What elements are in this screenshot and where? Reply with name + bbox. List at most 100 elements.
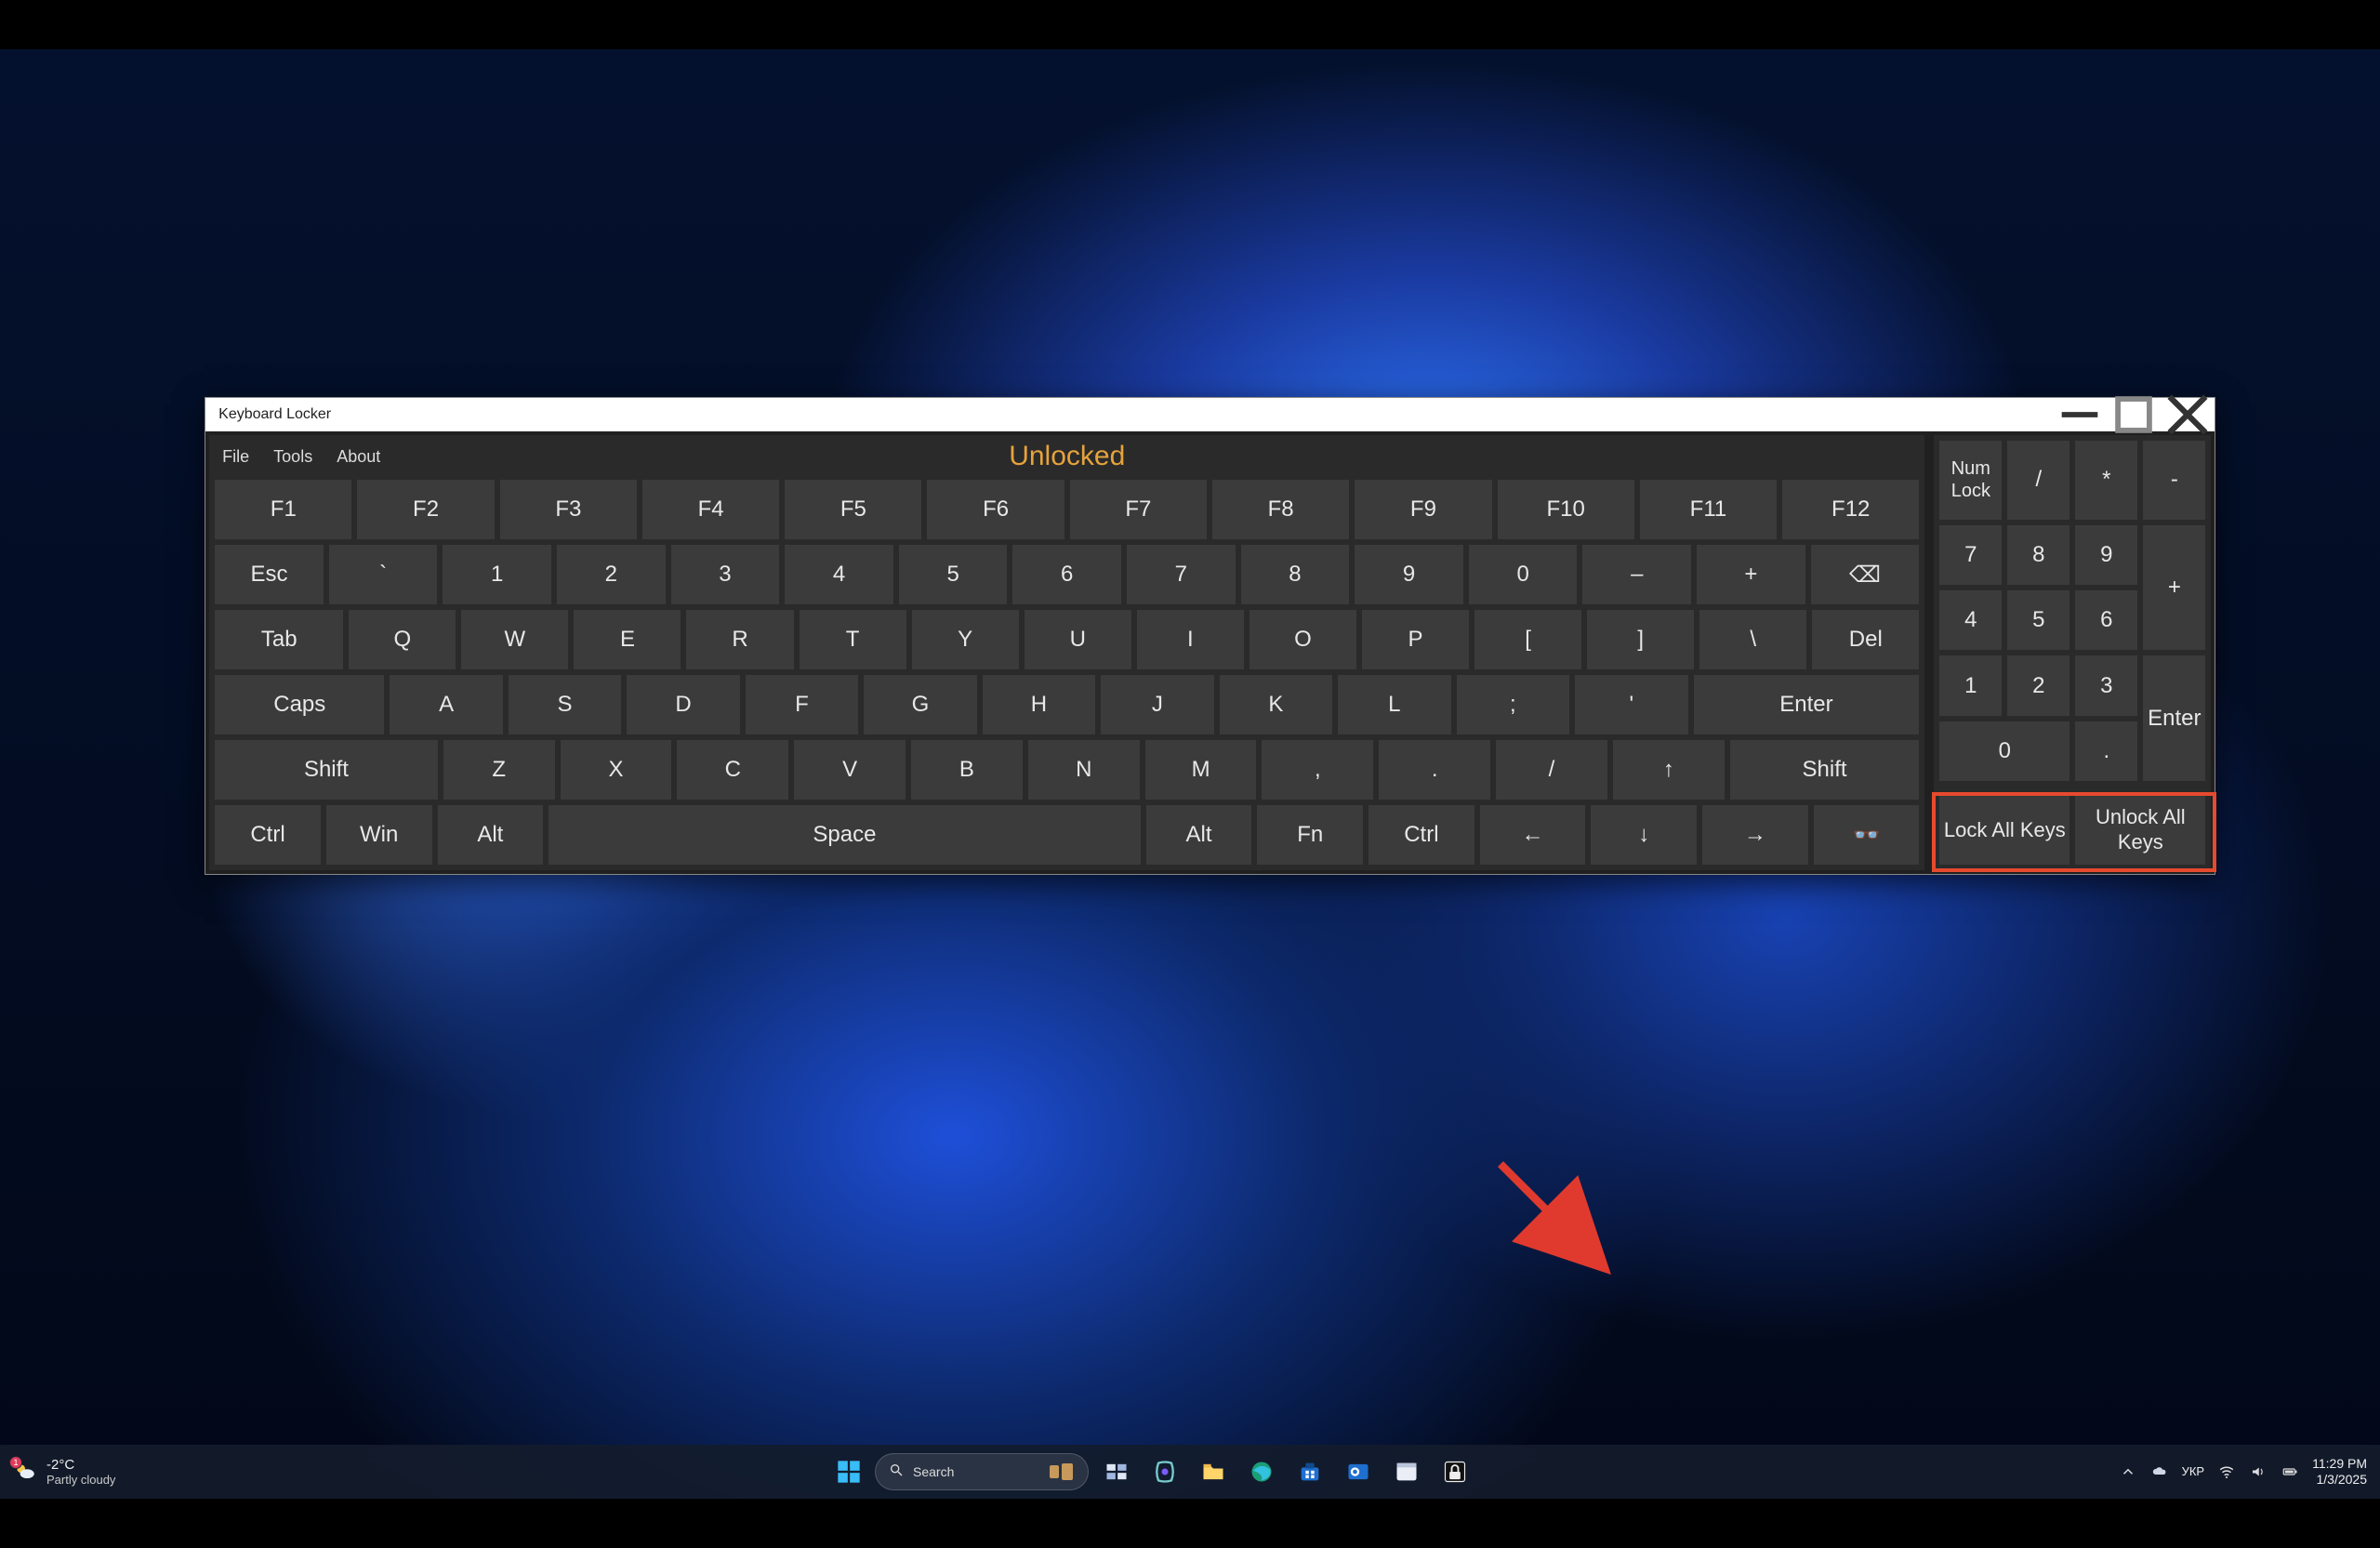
key-f5[interactable]: F5 [785,480,921,539]
key-win[interactable]: Win [326,805,432,865]
numpad-0[interactable]: 0 [1939,721,2069,781]
outlook-button[interactable] [1338,1451,1379,1492]
key-8[interactable]: 8 [1241,545,1350,604]
key-tab[interactable]: Tab [215,610,343,669]
key-3[interactable]: 3 [671,545,780,604]
numpad-1[interactable]: 1 [1939,655,2002,715]
key-6[interactable]: 6 [1012,545,1121,604]
key-enter[interactable]: Enter [1694,675,1920,734]
key-l[interactable]: L [1338,675,1450,734]
key-1[interactable]: 1 [443,545,551,604]
key-y[interactable]: Y [912,610,1019,669]
tray-chevron-up-icon[interactable] [2119,1462,2137,1481]
key-p[interactable]: P [1362,610,1469,669]
numpad-enter[interactable]: Enter [2143,655,2205,781]
key-quote[interactable]: ' [1575,675,1687,734]
key-del[interactable]: Del [1812,610,1919,669]
key-e[interactable]: E [574,610,681,669]
key-arrow-right[interactable]: → [1702,805,1808,865]
taskbar-weather[interactable]: 1 -2°C Partly cloudy [0,1457,205,1487]
numpad-4[interactable]: 4 [1939,590,2002,650]
numpad-subtract[interactable]: - [2143,441,2205,519]
numpad-dot[interactable]: . [2075,721,2137,781]
key-9[interactable]: 9 [1355,545,1463,604]
key-arrow-down[interactable]: ↓ [1591,805,1697,865]
tray-wifi-icon[interactable] [2217,1462,2236,1481]
numpad-9[interactable]: 9 [2075,525,2137,585]
key-i[interactable]: I [1137,610,1244,669]
minimize-button[interactable] [2053,398,2107,431]
menu-file[interactable]: File [222,447,249,467]
key-space[interactable]: Space [549,805,1141,865]
key-arrow-up[interactable]: ↑ [1613,740,1725,800]
key-h[interactable]: H [983,675,1095,734]
tray-onedrive-icon[interactable] [2150,1462,2169,1481]
key-fn[interactable]: Fn [1257,805,1363,865]
key-f10[interactable]: F10 [1498,480,1634,539]
key-f11[interactable]: F11 [1640,480,1777,539]
numpad-5[interactable]: 5 [2007,590,2069,650]
key-alt-left[interactable]: Alt [438,805,544,865]
key-f[interactable]: F [746,675,858,734]
key-7[interactable]: 7 [1127,545,1236,604]
numpad-numlock[interactable]: Num Lock [1939,441,2002,519]
file-explorer-button[interactable] [1193,1451,1234,1492]
taskbar-clock[interactable]: 11:29 PM 1/3/2025 [2312,1456,2367,1488]
key-f12[interactable]: F12 [1782,480,1919,539]
desktop[interactable]: CLICKTHIS.BLOG Keyboard Locker [0,49,2380,1498]
tray-battery-icon[interactable] [2281,1462,2299,1481]
key-f8[interactable]: F8 [1212,480,1349,539]
key-k[interactable]: K [1220,675,1332,734]
numpad-add[interactable]: + [2143,525,2205,651]
key-n[interactable]: N [1028,740,1140,800]
key-f9[interactable]: F9 [1355,480,1491,539]
maximize-button[interactable] [2107,398,2161,431]
key-comma[interactable]: , [1262,740,1373,800]
numpad-6[interactable]: 6 [2075,590,2137,650]
key-ctrl-right[interactable]: Ctrl [1368,805,1474,865]
menu-about[interactable]: About [337,447,380,467]
key-4[interactable]: 4 [785,545,893,604]
numpad-3[interactable]: 3 [2075,655,2137,715]
lock-all-keys-button[interactable]: Lock All Keys [1939,794,2069,865]
key-semicolon[interactable]: ; [1457,675,1569,734]
key-f7[interactable]: F7 [1070,480,1207,539]
key-esc[interactable]: Esc [215,545,324,604]
key-t[interactable]: T [800,610,906,669]
key-alt-right[interactable]: Alt [1146,805,1252,865]
key-grave[interactable]: ` [329,545,438,604]
key-shift-left[interactable]: Shift [215,740,438,800]
key-arrow-left[interactable]: ← [1480,805,1586,865]
key-period[interactable]: . [1379,740,1490,800]
start-button[interactable] [830,1453,867,1490]
key-0[interactable]: 0 [1469,545,1578,604]
copilot-button[interactable] [1144,1451,1185,1492]
numpad-7[interactable]: 7 [1939,525,2002,585]
key-j[interactable]: J [1101,675,1213,734]
key-view-icon[interactable]: 👓 [1814,805,1920,865]
key-ctrl-left[interactable]: Ctrl [215,805,321,865]
key-backslash[interactable]: \ [1699,610,1806,669]
key-a[interactable]: A [390,675,502,734]
key-m[interactable]: M [1145,740,1257,800]
window-titlebar[interactable]: Keyboard Locker [205,398,2215,431]
tray-language[interactable]: УКР [2182,1464,2205,1478]
key-z[interactable]: Z [443,740,555,800]
numpad-divide[interactable]: / [2007,441,2069,519]
key-caps[interactable]: Caps [215,675,384,734]
key-b[interactable]: B [911,740,1023,800]
key-d[interactable]: D [627,675,739,734]
key-f3[interactable]: F3 [500,480,637,539]
key-q[interactable]: Q [349,610,456,669]
key-r[interactable]: R [686,610,793,669]
key-f2[interactable]: F2 [357,480,494,539]
key-2[interactable]: 2 [557,545,666,604]
key-minus[interactable]: – [1582,545,1691,604]
numpad-2[interactable]: 2 [2007,655,2069,715]
close-button[interactable] [2161,398,2215,431]
key-x[interactable]: X [561,740,672,800]
app-generic-button[interactable] [1386,1451,1427,1492]
key-v[interactable]: V [794,740,906,800]
key-w[interactable]: W [461,610,568,669]
key-bracket-right[interactable]: ] [1587,610,1694,669]
